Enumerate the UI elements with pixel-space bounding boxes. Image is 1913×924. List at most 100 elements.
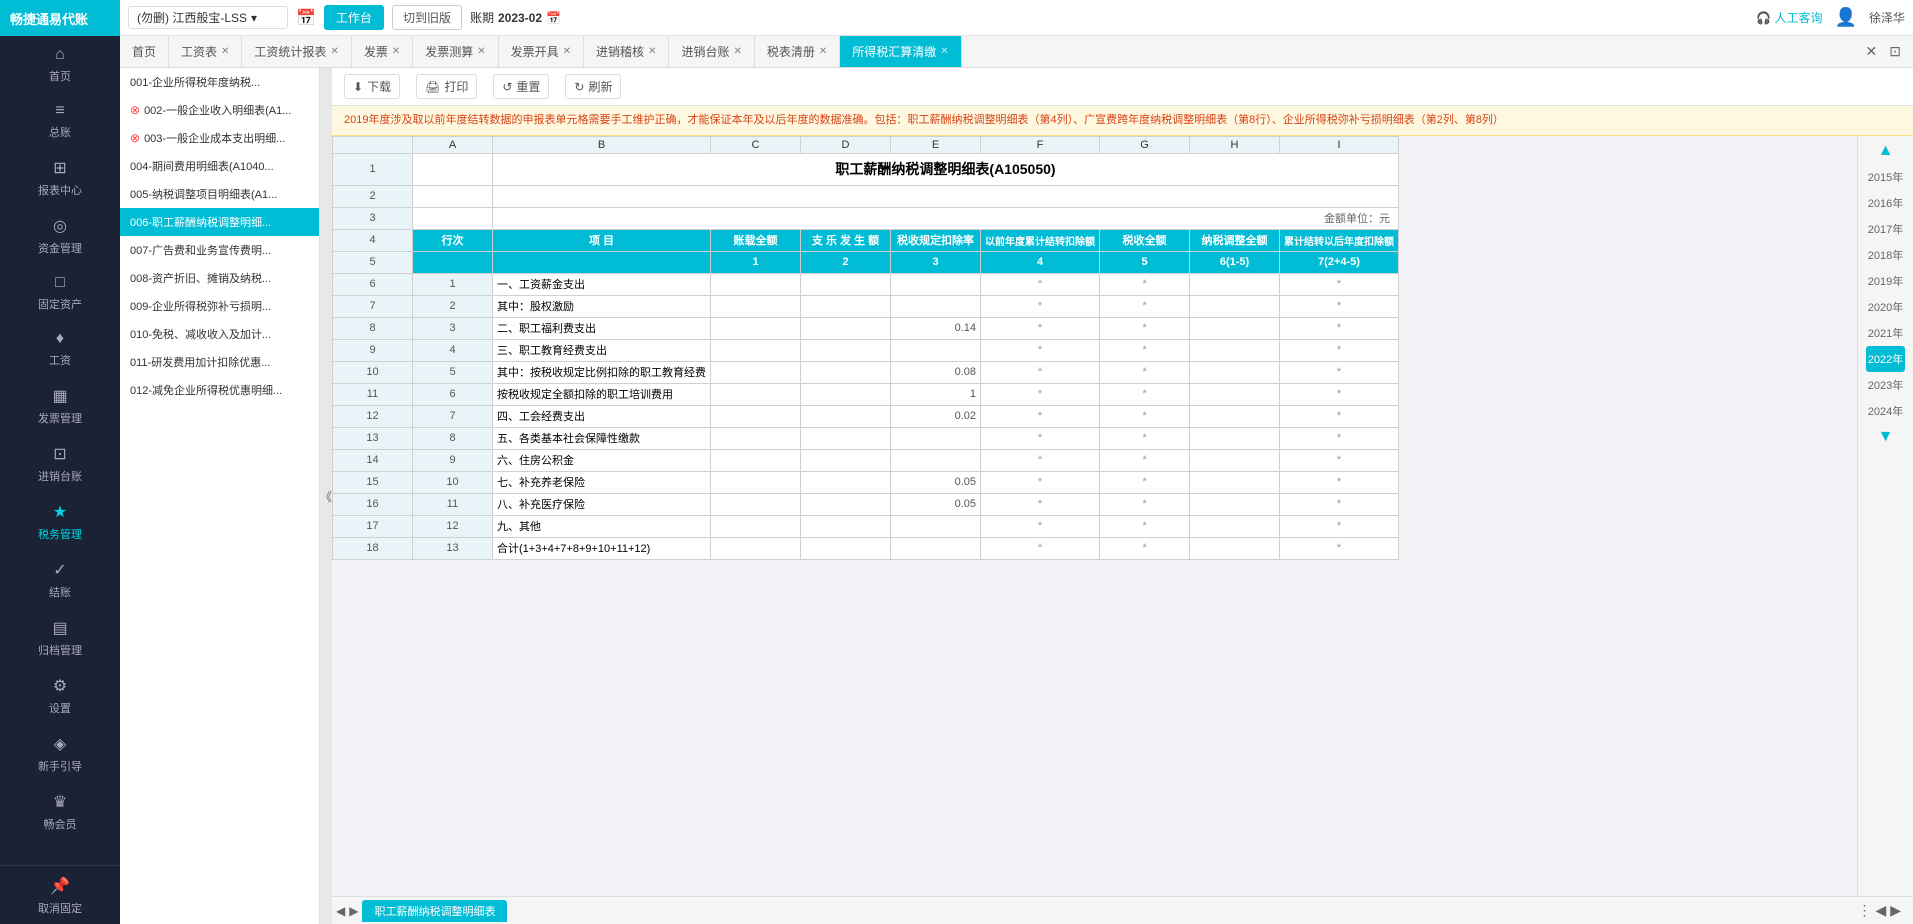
- left-panel-item-009[interactable]: 009-企业所得税弥补亏损明...: [120, 292, 319, 320]
- cell-8-D[interactable]: [801, 317, 891, 339]
- tab-close-sales-ledger[interactable]: ✕: [733, 46, 741, 57]
- sidebar-item-invoice[interactable]: ▦ 发票管理: [0, 376, 120, 434]
- cell-7-H[interactable]: [1190, 295, 1280, 317]
- cell-15-E[interactable]: 0.05: [891, 471, 981, 493]
- year-nav-2018年[interactable]: 2018年: [1866, 242, 1905, 268]
- cell-6-D[interactable]: [801, 273, 891, 295]
- cell-10-E[interactable]: 0.08: [891, 361, 981, 383]
- sidebar-item-capital[interactable]: ◎ 资金管理: [0, 206, 120, 264]
- cell-7-G[interactable]: *: [1100, 295, 1190, 317]
- service-link[interactable]: 🎧 人工客询: [1756, 9, 1822, 26]
- cell-16-B[interactable]: 八、补充医疗保险: [493, 493, 711, 515]
- cell-11-I[interactable]: *: [1280, 383, 1399, 405]
- sidebar-bottom[interactable]: 📌 取消固定: [0, 865, 120, 924]
- cell-6-E[interactable]: [891, 273, 981, 295]
- cell-16-H[interactable]: [1190, 493, 1280, 515]
- tab-home[interactable]: 首页: [120, 36, 169, 68]
- cell-18-C[interactable]: [711, 537, 801, 559]
- sidebar-item-sales[interactable]: ⊡ 进销台账: [0, 434, 120, 492]
- tab-close-sales-check[interactable]: ✕: [648, 46, 656, 57]
- left-panel-item-012[interactable]: 012-减免企业所得税优惠明细...: [120, 376, 319, 404]
- year-nav-down[interactable]: ▼: [1874, 424, 1898, 450]
- left-panel-item-011[interactable]: 011-研发费用加计扣除优惠...: [120, 348, 319, 376]
- tab-invoice-calc[interactable]: 发票测算✕: [413, 36, 498, 68]
- cell-12-E[interactable]: 0.02: [891, 405, 981, 427]
- cell-12-H[interactable]: [1190, 405, 1280, 427]
- sidebar-item-wage[interactable]: ♦ 工资: [0, 320, 120, 376]
- cell-10-H[interactable]: [1190, 361, 1280, 383]
- cell-11-E[interactable]: 1: [891, 383, 981, 405]
- tab-invoice-open[interactable]: 发票开具✕: [499, 36, 584, 68]
- cell-17-G[interactable]: *: [1100, 515, 1190, 537]
- year-nav-2016年[interactable]: 2016年: [1866, 190, 1905, 216]
- cell-14-F[interactable]: *: [981, 449, 1100, 471]
- cell-8-I[interactable]: *: [1280, 317, 1399, 339]
- cell-18-B[interactable]: 合计(1+3+4+7+8+9+10+11+12): [493, 537, 711, 559]
- tab-close-tax-clear[interactable]: ✕: [819, 46, 827, 57]
- cell-11-F[interactable]: *: [981, 383, 1100, 405]
- cell-15-H[interactable]: [1190, 471, 1280, 493]
- scroll-right-btn[interactable]: ▶: [349, 904, 358, 918]
- tab-tax-clear[interactable]: 税表清册✕: [755, 36, 840, 68]
- cell-7-E[interactable]: [891, 295, 981, 317]
- spreadsheet-main[interactable]: A B C D E F G H I: [332, 136, 1857, 897]
- workspace-button[interactable]: 工作台: [324, 5, 384, 30]
- company-selector[interactable]: (勿删) 江西般宝-LSS ▾: [128, 6, 288, 29]
- cell-10-C[interactable]: [711, 361, 801, 383]
- cell-16-F[interactable]: *: [981, 493, 1100, 515]
- sidebar-item-settings[interactable]: ⚙ 设置: [0, 666, 120, 724]
- cell-13-I[interactable]: *: [1280, 427, 1399, 449]
- cell-10-G[interactable]: *: [1100, 361, 1190, 383]
- cell-11-G[interactable]: *: [1100, 383, 1190, 405]
- cell-9-B[interactable]: 三、职工教育经费支出: [493, 339, 711, 361]
- cell-14-C[interactable]: [711, 449, 801, 471]
- cell-13-E[interactable]: [891, 427, 981, 449]
- cell-12-I[interactable]: *: [1280, 405, 1399, 427]
- cell-17-D[interactable]: [801, 515, 891, 537]
- left-panel-item-003[interactable]: ⊗003-一般企业成本支出明细...: [120, 124, 319, 152]
- cell-18-D[interactable]: [801, 537, 891, 559]
- cell-14-D[interactable]: [801, 449, 891, 471]
- sidebar-item-report[interactable]: ⊞ 报表中心: [0, 148, 120, 206]
- cell-15-D[interactable]: [801, 471, 891, 493]
- year-nav-2023年[interactable]: 2023年: [1866, 372, 1905, 398]
- cell-13-G[interactable]: *: [1100, 427, 1190, 449]
- company-dropdown-icon[interactable]: ▾: [251, 11, 257, 25]
- scroll-area-left[interactable]: ◀: [1875, 902, 1886, 919]
- tab-close-wage-stat[interactable]: ✕: [330, 46, 338, 57]
- cell-15-I[interactable]: *: [1280, 471, 1399, 493]
- cell-14-G[interactable]: *: [1100, 449, 1190, 471]
- cell-18-I[interactable]: *: [1280, 537, 1399, 559]
- download-button[interactable]: ⬇ 下载: [344, 74, 400, 99]
- close-all-icon[interactable]: ✕: [1862, 41, 1882, 62]
- cell-13-H[interactable]: [1190, 427, 1280, 449]
- cell-8-C[interactable]: [711, 317, 801, 339]
- print-button[interactable]: 🖨 打印: [416, 74, 477, 99]
- cell-16-G[interactable]: *: [1100, 493, 1190, 515]
- cell-17-B[interactable]: 九、其他: [493, 515, 711, 537]
- cell-11-H[interactable]: [1190, 383, 1280, 405]
- cell-16-C[interactable]: [711, 493, 801, 515]
- cell-7-C[interactable]: [711, 295, 801, 317]
- cell-9-D[interactable]: [801, 339, 891, 361]
- cell-18-H[interactable]: [1190, 537, 1280, 559]
- cell-8-G[interactable]: *: [1100, 317, 1190, 339]
- cell-17-C[interactable]: [711, 515, 801, 537]
- tab-sales-check[interactable]: 进销稽核✕: [584, 36, 669, 68]
- year-nav-2019年[interactable]: 2019年: [1866, 268, 1905, 294]
- cell-16-E[interactable]: 0.05: [891, 493, 981, 515]
- cell-14-H[interactable]: [1190, 449, 1280, 471]
- year-nav-2021年[interactable]: 2021年: [1866, 320, 1905, 346]
- cell-11-B[interactable]: 按税收规定全额扣除的职工培训费用: [493, 383, 711, 405]
- cell-13-C[interactable]: [711, 427, 801, 449]
- refresh-button[interactable]: ↻ 刷新: [565, 74, 621, 99]
- cell-7-B[interactable]: 其中：股权激励: [493, 295, 711, 317]
- reset-button[interactable]: ↺ 重置: [493, 74, 549, 99]
- tab-close-invoice-open[interactable]: ✕: [563, 46, 571, 57]
- cell-6-G[interactable]: *: [1100, 273, 1190, 295]
- cell-17-I[interactable]: *: [1280, 515, 1399, 537]
- sidebar-item-guide[interactable]: ◈ 新手引导: [0, 724, 120, 782]
- cell-18-E[interactable]: [891, 537, 981, 559]
- year-nav-up[interactable]: ▲: [1874, 138, 1898, 164]
- cell-13-B[interactable]: 五、各类基本社会保障性缴款: [493, 427, 711, 449]
